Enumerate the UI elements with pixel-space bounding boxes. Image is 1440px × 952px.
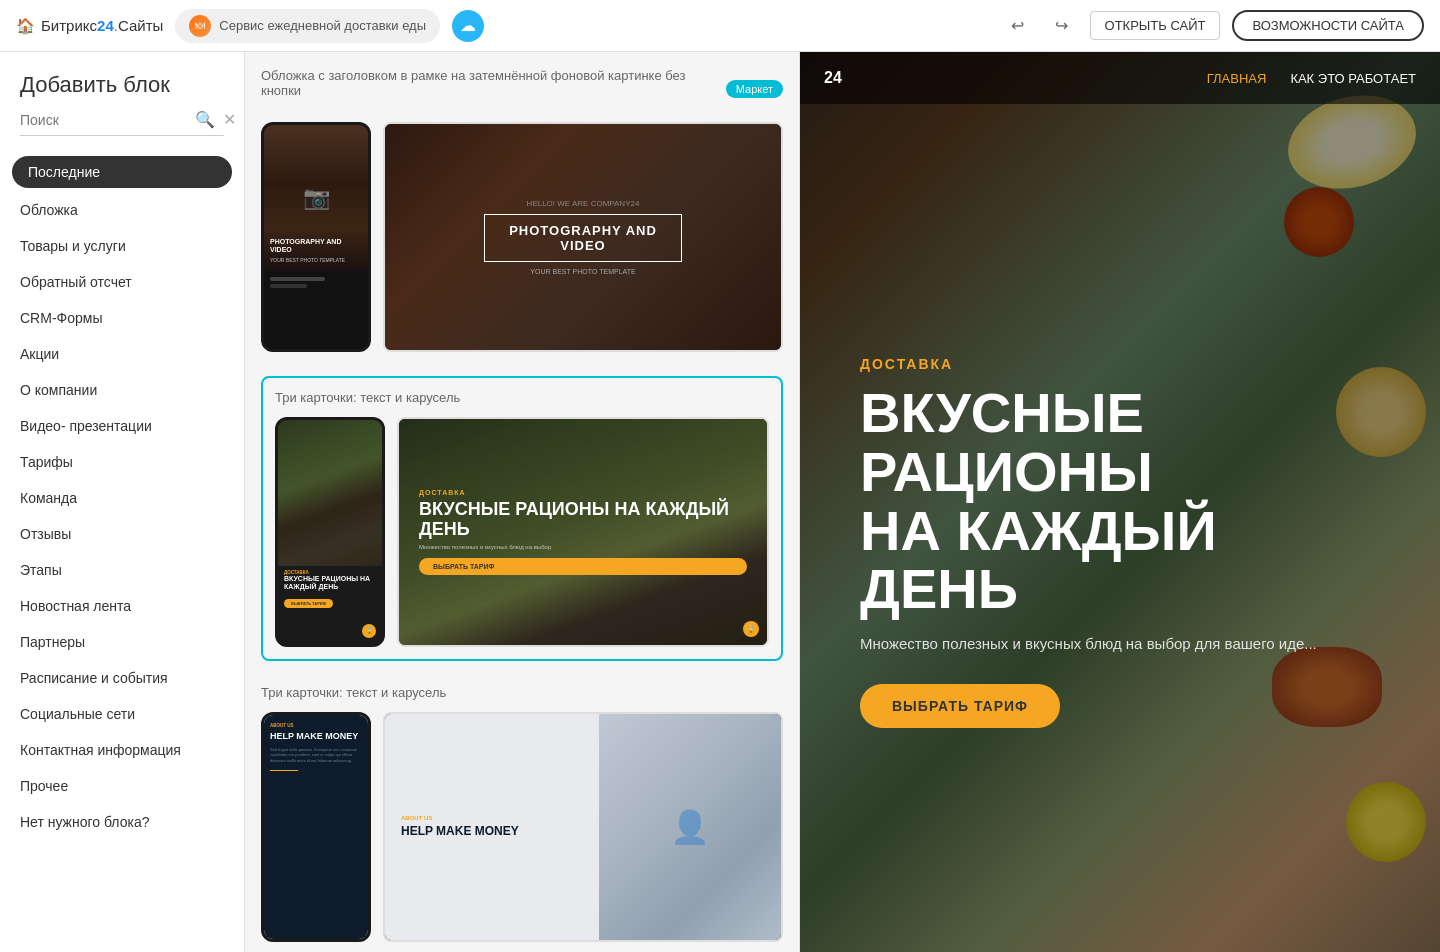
top-header: 🏠 Битрикс24.Сайты 🍽 Сервис ежедневной до… — [0, 0, 1440, 52]
desktop-food-btn[interactable]: ВЫБРАТЬ ТАРИФ — [419, 558, 747, 575]
search-icon[interactable]: 🔍 — [195, 110, 215, 129]
sidebar-item-otschet[interactable]: Обратный отсчет — [0, 264, 244, 300]
preview-desktop-food[interactable]: ДОСТАВКА ВКУСНЫЕ РАЦИОНЫ НА КАЖДЫЙ ДЕНЬ … — [397, 417, 769, 647]
mobile-money-label: ABOUT US — [270, 723, 362, 728]
center-panel: Обложка с заголовком в рамке на затемнён… — [245, 52, 800, 952]
search-bar: 🔍 ✕ — [20, 110, 224, 136]
sidebar-item-ocompanii[interactable]: О компании — [0, 372, 244, 408]
desktop-photography-sub: YOUR BEST PHOTO TEMPLATE — [484, 268, 682, 275]
website-cta-button[interactable]: ВЫБРАТЬ ТАРИФ — [860, 684, 1060, 728]
desktop-food-label: ДОСТАВКА — [419, 489, 747, 496]
logo: 🏠 Битрикс24.Сайты — [16, 17, 163, 35]
mobile-money-title: HELP MAKE MONEY — [270, 731, 362, 742]
sidebar-item-tovary[interactable]: Товары и услуги — [0, 228, 244, 264]
preview-desktop-photography[interactable]: HELLO! WE ARE COMPANY24 PHOTOGRAPHY AND … — [383, 122, 783, 352]
block-section-photography: Обложка с заголовком в рамке на затемнён… — [261, 68, 783, 352]
sidebar-item-aktsii[interactable]: Акции — [0, 336, 244, 372]
block-preview-photography[interactable]: 📷 PHOTOGRAPHY AND VIDEO YOUR BEST PHOTO … — [261, 122, 783, 352]
main-area: Добавить блок 🔍 ✕ Последние Обложка Това… — [0, 52, 1440, 952]
sidebar-item-otzyvy[interactable]: Отзывы — [0, 516, 244, 552]
home-icon: 🏠 — [16, 17, 35, 35]
block-section-header-photography: Обложка с заголовком в рамке на затемнён… — [261, 68, 783, 110]
website-label: ДОСТАВКА — [860, 356, 1380, 372]
preview-mobile-food[interactable]: ДОСТАВКА ВКУСНЫЕ РАЦИОНЫ НА КАЖДЫЙ ДЕНЬ … — [275, 417, 385, 647]
sidebar-item-partnery[interactable]: Партнеры — [0, 624, 244, 660]
panel-title: Добавить блок — [0, 52, 244, 110]
site-avatar: 🍽 — [189, 15, 211, 37]
website-nav-main[interactable]: ГЛАВНАЯ — [1207, 71, 1267, 86]
header-actions: ↩ ↪ ОТКРЫТЬ САЙТ ВОЗМОЖНОСТИ САЙТА — [1002, 10, 1424, 42]
sidebar-item-komanda[interactable]: Команда — [0, 480, 244, 516]
block-title-photography: Обложка с заголовком в рамке на затемнён… — [261, 68, 726, 98]
sidebar-item-novosti[interactable]: Новостная лента — [0, 588, 244, 624]
sidebar-item-poslednie[interactable]: Последние — [12, 156, 232, 188]
center-content: Обложка с заголовком в рамке на затемнён… — [245, 52, 799, 952]
site-tab[interactable]: 🍽 Сервис ежедневной доставки еды — [175, 9, 440, 43]
redo-button[interactable]: ↪ — [1046, 10, 1078, 42]
preview-desktop-money[interactable]: ABOUT US HELP MAKE MONEY 👤 — [383, 712, 783, 942]
search-input[interactable] — [20, 112, 195, 128]
preview-mobile-money[interactable]: ABOUT US HELP MAKE MONEY Sed fugiat null… — [261, 712, 371, 942]
block-title-money: Три карточки: текст и карусель — [261, 685, 783, 700]
website-overlay: 24 ГЛАВНАЯ КАК ЭТО РАБОТАЕТ ДОСТАВКА ВКУ… — [800, 52, 1440, 952]
logo-text: Битрикс24.Сайты — [41, 17, 163, 34]
open-site-button[interactable]: ОТКРЫТЬ САЙТ — [1090, 11, 1221, 40]
site-tab-label: Сервис ежедневной доставки еды — [219, 18, 426, 33]
mobile-photography-title: PHOTOGRAPHY AND VIDEO — [270, 238, 362, 255]
desktop-money-label: ABOUT US — [401, 815, 583, 821]
mobile-food-title: ВКУСНЫЕ РАЦИОНЫ НА КАЖДЫЙ ДЕНЬ — [284, 575, 376, 592]
cloud-icon[interactable]: ☁ — [452, 10, 484, 42]
mobile-photography-sub: YOUR BEST PHOTO TEMPLATE — [270, 257, 362, 263]
mobile-food-btn[interactable]: ВЫБРАТЬ ТАРИФ — [284, 599, 333, 608]
website-subtitle: Множество полезных и вкусных блюд на выб… — [860, 635, 1360, 652]
block-title-food: Три карточки: текст и карусель — [275, 390, 769, 405]
undo-button[interactable]: ↩ — [1002, 10, 1034, 42]
block-preview-money[interactable]: ABOUT US HELP MAKE MONEY Sed fugiat null… — [261, 712, 783, 942]
block-section-food: Три карточки: текст и карусель ДОСТАВКА … — [261, 376, 783, 661]
block-section-money: Три карточки: текст и карусель ABOUT US … — [261, 685, 783, 942]
logo-b24: 24 — [97, 17, 114, 34]
features-button[interactable]: ВОЗМОЖНОСТИ САЙТА — [1232, 10, 1424, 41]
desktop-food-title: ВКУСНЫЕ РАЦИОНЫ НА КАЖДЫЙ ДЕНЬ — [419, 500, 747, 540]
sidebar-item-tarify[interactable]: Тарифы — [0, 444, 244, 480]
sidebar-item-crm[interactable]: CRM-Формы — [0, 300, 244, 336]
sidebar-item-oblozhka[interactable]: Обложка — [0, 192, 244, 228]
desktop-money-title: HELP MAKE MONEY — [401, 824, 583, 838]
sidebar-item-etapy[interactable]: Этапы — [0, 552, 244, 588]
website-header: 24 ГЛАВНАЯ КАК ЭТО РАБОТАЕТ — [800, 52, 1440, 104]
website-logo: 24 — [824, 69, 842, 87]
left-panel: Добавить блок 🔍 ✕ Последние Обложка Това… — [0, 52, 245, 952]
website-preview: 24 ГЛАВНАЯ КАК ЭТО РАБОТАЕТ ДОСТАВКА ВКУ… — [800, 52, 1440, 952]
sidebar-item-prochee[interactable]: Прочее — [0, 768, 244, 804]
sidebar-item-raspisanie[interactable]: Расписание и события — [0, 660, 244, 696]
website-nav-how[interactable]: КАК ЭТО РАБОТАЕТ — [1290, 71, 1416, 86]
right-panel: 24 ГЛАВНАЯ КАК ЭТО РАБОТАЕТ ДОСТАВКА ВКУ… — [800, 52, 1440, 952]
market-badge: Маркет — [726, 80, 783, 98]
block-preview-food[interactable]: ДОСТАВКА ВКУСНЫЕ РАЦИОНЫ НА КАЖДЫЙ ДЕНЬ … — [275, 417, 769, 647]
nav-list: Последние Обложка Товары и услуги Обратн… — [0, 152, 244, 952]
close-icon[interactable]: ✕ — [223, 110, 236, 129]
desktop-photography-title: PHOTOGRAPHY AND VIDEO — [501, 223, 665, 253]
preview-mobile-photography[interactable]: 📷 PHOTOGRAPHY AND VIDEO YOUR BEST PHOTO … — [261, 122, 371, 352]
sidebar-item-social[interactable]: Социальные сети — [0, 696, 244, 732]
sidebar-item-net[interactable]: Нет нужного блока? — [0, 804, 244, 840]
website-nav: ГЛАВНАЯ КАК ЭТО РАБОТАЕТ — [1207, 71, 1416, 86]
sidebar-item-kontakt[interactable]: Контактная информация — [0, 732, 244, 768]
sidebar-item-video[interactable]: Видео- презентации — [0, 408, 244, 444]
website-title: ВКУСНЫЕ РАЦИОНЫ НА КАЖДЫЙ ДЕНЬ — [860, 384, 1380, 619]
